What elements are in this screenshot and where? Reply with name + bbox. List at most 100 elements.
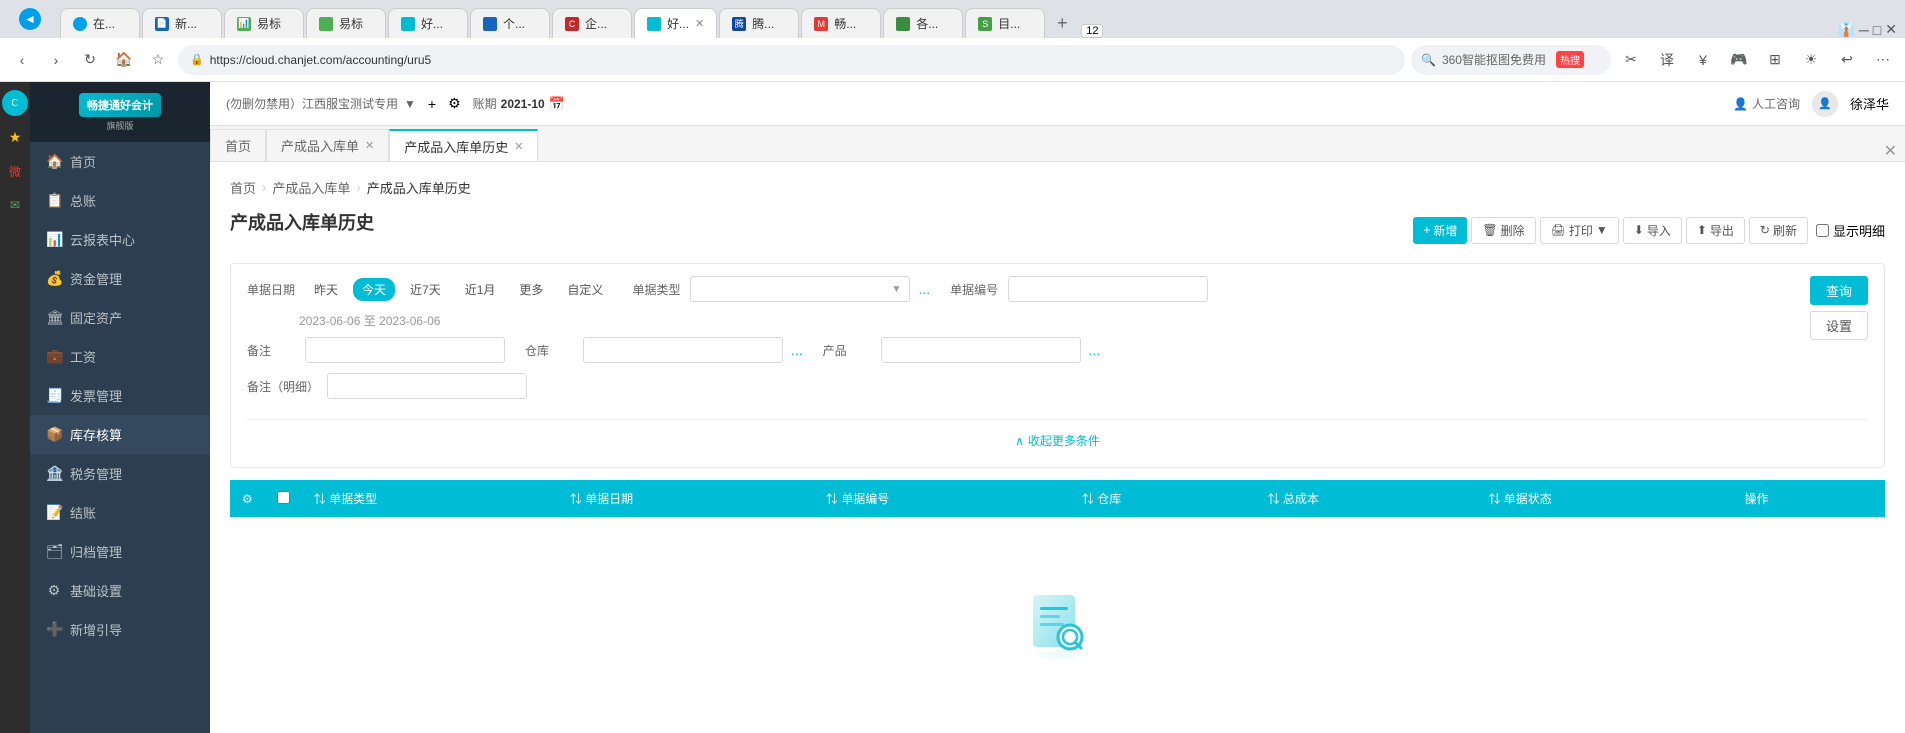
th-number[interactable]: ⇅ 单据编号 [814, 480, 1070, 517]
page-tab-history-close-icon[interactable]: ✕ [514, 140, 523, 153]
new-button[interactable]: + 新增 [1413, 217, 1467, 244]
browser-tab-2[interactable]: 📄 新... [142, 8, 222, 38]
breadcrumb-home[interactable]: 首页 [230, 178, 256, 197]
grid-icon[interactable]: ⊞ [1761, 46, 1789, 74]
user-avatar[interactable]: 👤 [1812, 91, 1838, 117]
tab-8-close-icon[interactable]: ✕ [695, 17, 704, 30]
translate-icon[interactable]: 译 [1653, 46, 1681, 74]
settings-button[interactable]: ⚙ [448, 95, 461, 112]
refresh-button[interactable]: ↻ [76, 46, 104, 74]
app-icon-star[interactable]: ★ [2, 124, 28, 150]
sidebar-item-archive[interactable]: 🗂 归档管理 [30, 532, 210, 571]
page-tab-list[interactable]: 产成品入库单 ✕ [266, 129, 389, 161]
user-service-button[interactable]: 👤 人工咨询 [1733, 95, 1800, 112]
sidebar-item-basic[interactable]: ⚙ 基础设置 [30, 571, 210, 610]
type-select[interactable]: ▼ [690, 276, 910, 302]
forward-button[interactable]: › [42, 46, 70, 74]
sidebar-item-invoice[interactable]: 🧾 发票管理 [30, 376, 210, 415]
page-tab-list-close-icon[interactable]: ✕ [365, 139, 374, 152]
browser-tab-7[interactable]: C 企... [552, 8, 632, 38]
query-button[interactable]: 查询 [1810, 276, 1868, 305]
undo-icon[interactable]: ↩ [1833, 46, 1861, 74]
browser-tab-10[interactable]: M 畅... [801, 8, 881, 38]
sidebar-item-inventory[interactable]: 📦 库存核算 [30, 415, 210, 454]
search-note-detail-field: 备注（明细） [247, 373, 527, 399]
export-button[interactable]: ⬆ 导出 [1686, 217, 1745, 244]
browser-tab-1[interactable]: 在... [60, 8, 140, 38]
select-all-checkbox[interactable] [277, 491, 290, 504]
url-bar[interactable]: 🔒 https://cloud.chanjet.com/accounting/u… [178, 45, 1405, 75]
sidebar-item-reports[interactable]: 📊 云报表中心 [30, 220, 210, 259]
sidebar-item-ledger[interactable]: 📋 总账 [30, 181, 210, 220]
date-btn-7days[interactable]: 近7天 [401, 278, 450, 301]
date-btn-yesterday[interactable]: 昨天 [305, 278, 347, 301]
browser-tab-4[interactable]: 易标 [306, 8, 386, 38]
new-tab-button[interactable]: + [1047, 8, 1077, 38]
type-field-ellipsis[interactable]: ... [918, 281, 930, 297]
minimize-icon[interactable]: ─ [1859, 22, 1869, 38]
browser-tab-5[interactable]: 好... [388, 8, 468, 38]
sidebar-item-tax[interactable]: 🏦 税务管理 [30, 454, 210, 493]
sidebar-item-payroll[interactable]: 💼 工资 [30, 337, 210, 376]
date-btn-1month[interactable]: 近1月 [456, 278, 505, 301]
show-detail-checkbox[interactable] [1816, 224, 1829, 237]
company-selector[interactable]: (勿删勿禁用）江西服宝测试专用 ▼ [226, 95, 416, 112]
home-button[interactable]: 🏠 [110, 46, 138, 74]
th-type[interactable]: ⇅ 单据类型 [302, 480, 558, 517]
sun-icon[interactable]: ☀ [1797, 46, 1825, 74]
th-warehouse[interactable]: ⇅ 仓库 [1070, 480, 1256, 517]
bookmark-button[interactable]: ☆ [144, 46, 172, 74]
print-button[interactable]: 🖨 打印 ▼ [1540, 217, 1619, 244]
date-btn-today[interactable]: 今天 [353, 278, 395, 301]
scissors-icon[interactable]: ✂ [1617, 46, 1645, 74]
delete-button[interactable]: 🗑 删除 [1471, 217, 1535, 244]
calendar-icon[interactable]: 📅 [549, 96, 565, 112]
collapse-button[interactable]: ∧ 收起更多条件 [1015, 426, 1100, 455]
app-icon-mail[interactable]: ✉ [2, 192, 28, 218]
th-settings[interactable]: ⚙ [230, 480, 265, 517]
page-panel-close-button[interactable]: ✕ [1884, 141, 1897, 161]
browser-tab-9[interactable]: 腾 腾... [719, 8, 799, 38]
warehouse-select[interactable] [583, 337, 783, 363]
date-btn-custom[interactable]: 自定义 [558, 278, 612, 301]
browser-tab-12[interactable]: S 目... [965, 8, 1045, 38]
add-company-button[interactable]: + [428, 96, 436, 112]
browser-tab-3[interactable]: 📊 易标 [224, 8, 304, 38]
app-icon-chanjet[interactable]: C [2, 90, 28, 116]
app-icon-weibo[interactable]: 微 [2, 158, 28, 184]
breadcrumb-list[interactable]: 产成品入库单 [272, 178, 350, 197]
th-checkbox[interactable] [265, 480, 302, 517]
browser-tab-6[interactable]: 个... [470, 8, 550, 38]
import-button[interactable]: ⬇ 导入 [1623, 217, 1682, 244]
sidebar-item-checkout[interactable]: 📝 结账 [30, 493, 210, 532]
note-input[interactable] [305, 337, 505, 363]
back-button[interactable]: ‹ [8, 46, 36, 74]
th-status[interactable]: ⇅ 单据状态 [1476, 480, 1732, 517]
browser-back-icon[interactable]: ◄ [19, 8, 41, 30]
search-settings-button[interactable]: 设置 [1810, 311, 1868, 340]
page-tab-history[interactable]: 产成品入库单历史 ✕ [389, 129, 538, 161]
browser-search-bar[interactable]: 🔍 360智能抠图免费用 热搜 [1411, 45, 1611, 75]
sidebar-item-funds[interactable]: 💰 资金管理 [30, 259, 210, 298]
refresh-action-button[interactable]: ↻ 刷新 [1749, 217, 1808, 244]
product-field-ellipsis[interactable]: ... [1089, 342, 1101, 358]
date-btn-more[interactable]: 更多 [510, 278, 552, 301]
game-icon[interactable]: 🎮 [1725, 46, 1753, 74]
sidebar-item-more[interactable]: ➕ 新增引导 [30, 610, 210, 649]
warehouse-field-ellipsis[interactable]: ... [791, 342, 803, 358]
shirt-icon[interactable]: 👔 [1837, 21, 1854, 38]
sidebar-item-fixed-assets[interactable]: 🏛 固定资产 [30, 298, 210, 337]
number-input[interactable] [1008, 276, 1208, 302]
maximize-icon[interactable]: □ [1873, 22, 1881, 38]
browser-tab-11[interactable]: 各... [883, 8, 963, 38]
currency-icon[interactable]: ¥ [1689, 46, 1717, 74]
browser-tab-8[interactable]: 好... ✕ [634, 8, 717, 38]
th-date[interactable]: ⇅ 单据日期 [558, 480, 814, 517]
note-detail-input[interactable] [327, 373, 527, 399]
th-cost[interactable]: ⇅ 总成本 [1256, 480, 1477, 517]
sidebar-item-home[interactable]: 🏠 首页 [30, 142, 210, 181]
close-icon[interactable]: ✕ [1885, 21, 1897, 38]
page-tab-home[interactable]: 首页 [210, 129, 266, 161]
more-icon[interactable]: ⋯ [1869, 46, 1897, 74]
product-select[interactable] [881, 337, 1081, 363]
